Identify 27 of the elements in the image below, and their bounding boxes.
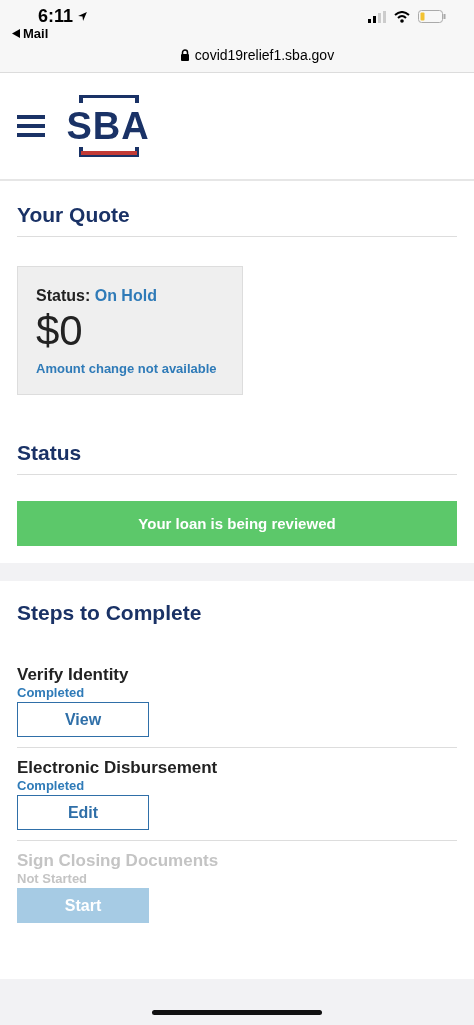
step-status: Not Started (17, 871, 89, 886)
section-heading: Status (17, 441, 457, 475)
cellular-signal-icon (368, 10, 386, 23)
sba-logo[interactable]: SBA (67, 95, 149, 157)
status-label: Status: (36, 287, 91, 304)
location-arrow-icon (77, 11, 89, 22)
step-button[interactable]: Edit (17, 795, 149, 830)
step-title: Electronic Disbursement (17, 758, 219, 778)
back-triangle-icon[interactable] (12, 29, 20, 38)
back-link[interactable]: Mail (23, 26, 49, 41)
step-status: Completed (17, 778, 86, 793)
quote-amount: $0 (36, 307, 84, 355)
url-text[interactable]: covid19relief1.sba.gov (194, 47, 335, 63)
section-heading: Steps to Complete (17, 601, 203, 625)
status-value: On Hold (94, 287, 157, 304)
step-button[interactable]: View (17, 702, 149, 737)
clock-time: 6:11 (38, 6, 74, 27)
section-heading: Your Quote (17, 203, 457, 237)
menu-icon[interactable] (17, 114, 45, 138)
step-title: Sign Closing Documents (17, 851, 220, 871)
amount-note: Amount change not available (36, 361, 218, 376)
step-title: Verify Identity (17, 665, 130, 685)
status-banner: Your loan is being reviewed (17, 501, 457, 546)
battery-icon (418, 10, 446, 23)
lock-icon (179, 49, 190, 61)
step-status: Completed (17, 685, 86, 700)
wifi-icon (394, 10, 410, 23)
